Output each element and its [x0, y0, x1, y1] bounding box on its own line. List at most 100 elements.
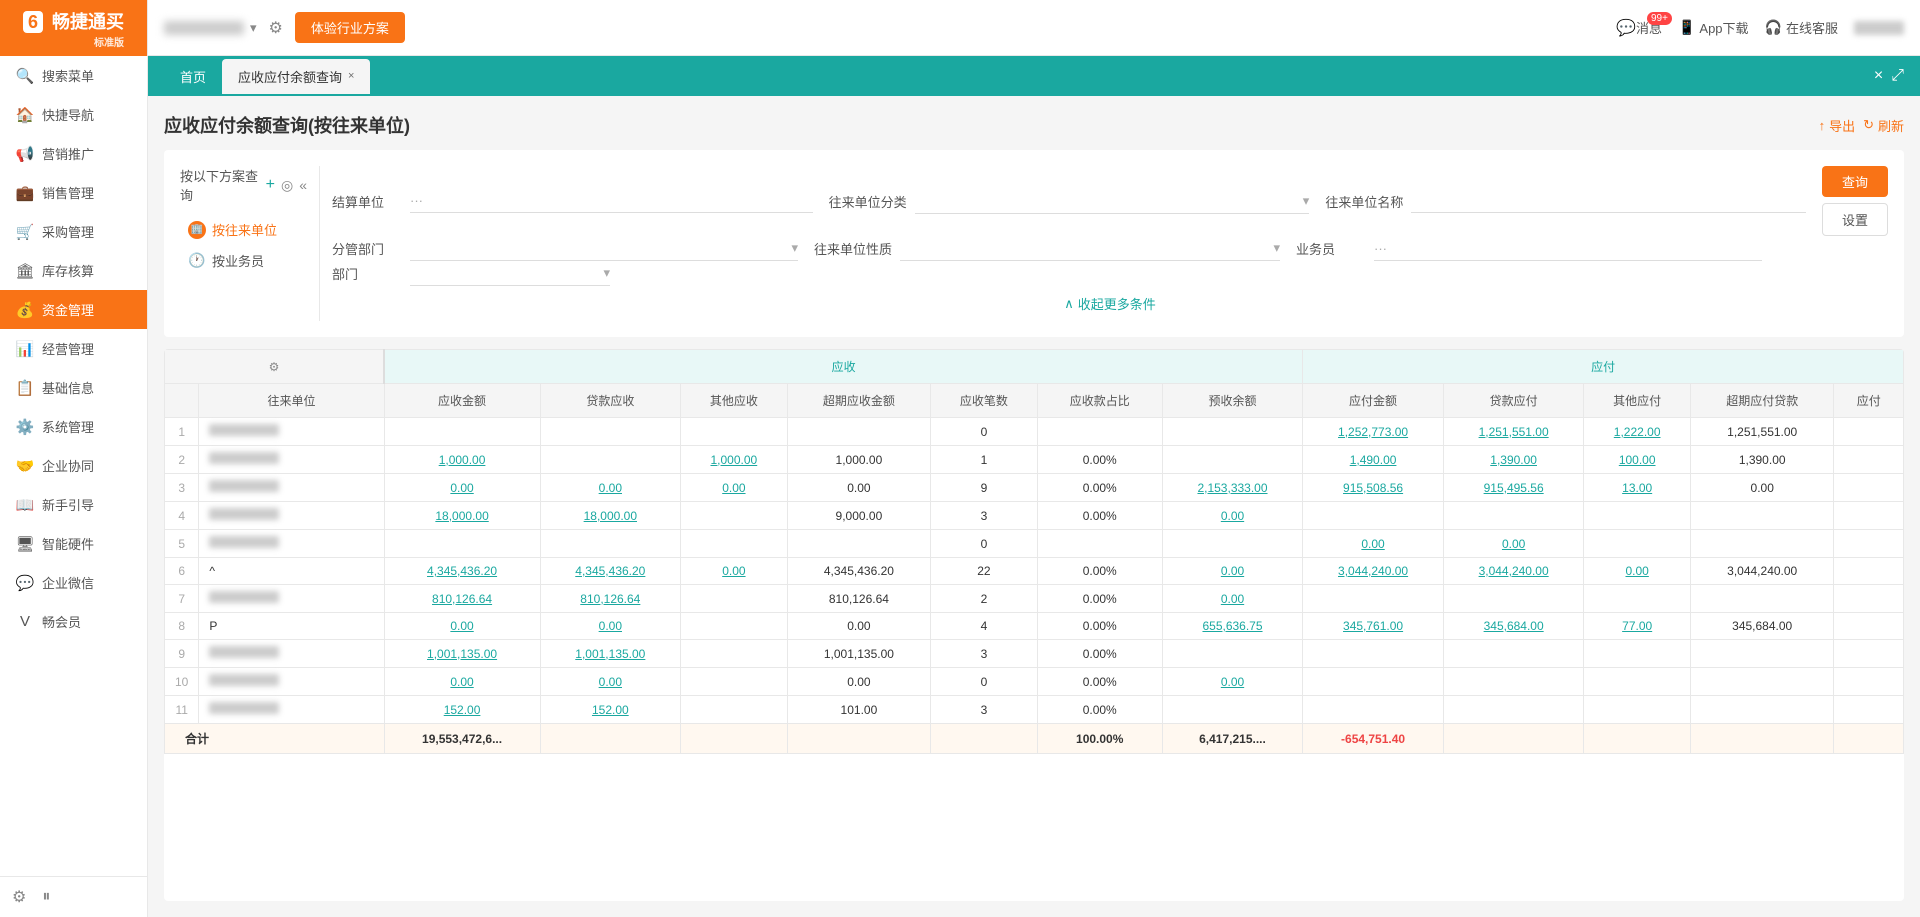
cell-ap-amount[interactable]: [1303, 585, 1444, 613]
cell-ar-other[interactable]: [681, 530, 788, 558]
company-selector[interactable]: ▾: [164, 20, 257, 36]
filter-nav-by-unit[interactable]: 🏢 按往来单位: [180, 214, 307, 245]
filter-collapse-btn[interactable]: ∧ 收起更多条件: [332, 286, 1888, 321]
cell-ar-loan[interactable]: 810,126.64: [540, 585, 681, 613]
cell-prepay[interactable]: 0.00: [1162, 668, 1303, 696]
cell-ap-other[interactable]: [1584, 585, 1691, 613]
sidebar-item-marketing[interactable]: 📢 营销推广: [0, 134, 147, 173]
cell-ar-loan[interactable]: 0.00: [540, 613, 681, 640]
cell-prepay[interactable]: [1162, 446, 1303, 474]
filter-settings-btn[interactable]: ◎: [281, 177, 293, 194]
category-select[interactable]: ▾: [915, 189, 1310, 214]
sidebar-item-search[interactable]: 🔍 搜索菜单: [0, 56, 147, 95]
cell-prepay[interactable]: 0.00: [1162, 585, 1303, 613]
tab-close-icon[interactable]: ×: [348, 70, 354, 82]
cell-ap-amount[interactable]: 915,508.56: [1303, 474, 1444, 502]
cell-ap-loan[interactable]: [1443, 585, 1584, 613]
cell-ap-other[interactable]: 0.00: [1584, 558, 1691, 585]
sidebar-item-system[interactable]: ⚙️ 系统管理: [0, 407, 147, 446]
cell-ap-loan[interactable]: 0.00: [1443, 530, 1584, 558]
cell-ap-loan[interactable]: 1,251,551.00: [1443, 418, 1584, 446]
sidebar-item-quick[interactable]: 🏠 快捷导航: [0, 95, 147, 134]
cell-ap-amount[interactable]: 3,044,240.00: [1303, 558, 1444, 585]
trial-button[interactable]: 体验行业方案: [295, 12, 405, 43]
cell-ar-loan[interactable]: 18,000.00: [540, 502, 681, 530]
cell-ar-other[interactable]: [681, 640, 788, 668]
cell-ar-other[interactable]: [681, 418, 788, 446]
sidebar-item-purchase[interactable]: 🛒 采购管理: [0, 212, 147, 251]
sidebar-item-operation[interactable]: 📊 经营管理: [0, 329, 147, 368]
cell-ap-loan[interactable]: [1443, 502, 1584, 530]
messages-btn[interactable]: 💬 消息 99+: [1616, 18, 1662, 38]
salesperson-input[interactable]: ···: [1374, 237, 1762, 261]
cell-ap-loan[interactable]: [1443, 696, 1584, 724]
cell-ap-amount[interactable]: [1303, 640, 1444, 668]
cell-ap-loan[interactable]: 3,044,240.00: [1443, 558, 1584, 585]
setting-button[interactable]: 设置: [1822, 203, 1888, 236]
export-button[interactable]: ↑ 导出: [1819, 116, 1856, 135]
sidebar-item-guide[interactable]: 📖 新手引导: [0, 485, 147, 524]
cell-ap-loan[interactable]: 345,684.00: [1443, 613, 1584, 640]
cell-ar-loan[interactable]: [540, 418, 681, 446]
cell-ap-amount[interactable]: 1,252,773.00: [1303, 418, 1444, 446]
cell-ap-amount[interactable]: 0.00: [1303, 530, 1444, 558]
cell-ar-other[interactable]: [681, 502, 788, 530]
cell-ar-other[interactable]: [681, 585, 788, 613]
cell-ap-loan[interactable]: 1,390.00: [1443, 446, 1584, 474]
cell-prepay[interactable]: [1162, 530, 1303, 558]
cell-prepay[interactable]: [1162, 418, 1303, 446]
cell-prepay[interactable]: 655,636.75: [1162, 613, 1303, 640]
sidebar-item-sales[interactable]: 💼 销售管理: [0, 173, 147, 212]
cell-ar-loan[interactable]: 4,345,436.20: [540, 558, 681, 585]
cell-ar-loan[interactable]: 1,001,135.00: [540, 640, 681, 668]
tab-balance[interactable]: 应收应付余额查询 ×: [222, 59, 370, 94]
cell-ar-amount[interactable]: [384, 530, 540, 558]
cell-ap-other[interactable]: 77.00: [1584, 613, 1691, 640]
user-avatar[interactable]: [1854, 21, 1904, 35]
refresh-button[interactable]: ↻ 刷新: [1863, 116, 1904, 135]
cell-ar-other[interactable]: 1,000.00: [681, 446, 788, 474]
sidebar-item-wechat[interactable]: 💬 企业微信: [0, 563, 147, 602]
cell-ar-loan[interactable]: [540, 530, 681, 558]
cell-ar-other[interactable]: [681, 696, 788, 724]
settlement-input[interactable]: ···: [410, 189, 813, 213]
cell-ap-amount[interactable]: [1303, 668, 1444, 696]
query-button[interactable]: 查询: [1822, 166, 1888, 197]
unit-name-input[interactable]: [1411, 189, 1806, 213]
sidebar-collapse-icon[interactable]: ⏸: [42, 888, 50, 906]
app-download-btn[interactable]: 📱 App下载: [1678, 18, 1749, 37]
cell-prepay[interactable]: [1162, 640, 1303, 668]
cell-ar-other[interactable]: [681, 668, 788, 696]
cell-ap-amount[interactable]: [1303, 696, 1444, 724]
cell-ap-amount[interactable]: 345,761.00: [1303, 613, 1444, 640]
section-select[interactable]: ▾: [410, 261, 610, 286]
cell-prepay[interactable]: 2,153,333.00: [1162, 474, 1303, 502]
cell-ap-amount[interactable]: 1,490.00: [1303, 446, 1444, 474]
cell-ar-other[interactable]: [681, 613, 788, 640]
cell-ap-other[interactable]: [1584, 696, 1691, 724]
cell-ar-amount[interactable]: 18,000.00: [384, 502, 540, 530]
cell-prepay[interactable]: [1162, 696, 1303, 724]
table-settings-icon[interactable]: ⚙: [269, 360, 280, 374]
cell-ar-amount[interactable]: 1,000.00: [384, 446, 540, 474]
sidebar-item-inventory[interactable]: 🏛 库存核算: [0, 251, 147, 290]
cell-ar-amount[interactable]: 0.00: [384, 474, 540, 502]
sidebar-settings-icon[interactable]: ⚙: [12, 887, 26, 907]
cell-ar-amount[interactable]: 152.00: [384, 696, 540, 724]
cell-prepay[interactable]: 0.00: [1162, 558, 1303, 585]
window-max-btn[interactable]: ⤢: [1891, 67, 1904, 85]
cell-ap-other[interactable]: [1584, 530, 1691, 558]
cell-ap-loan[interactable]: 915,495.56: [1443, 474, 1584, 502]
cell-ap-amount[interactable]: [1303, 502, 1444, 530]
cell-ap-other[interactable]: 13.00: [1584, 474, 1691, 502]
cell-ar-amount[interactable]: 0.00: [384, 668, 540, 696]
sidebar-item-corp[interactable]: 🤝 企业协同: [0, 446, 147, 485]
cell-ar-amount[interactable]: 4,345,436.20: [384, 558, 540, 585]
filter-add-btn[interactable]: +: [266, 176, 275, 194]
window-close-btn[interactable]: ×: [1874, 67, 1883, 85]
cell-ar-loan[interactable]: 152.00: [540, 696, 681, 724]
sidebar-item-hardware[interactable]: 🖥 智能硬件: [0, 524, 147, 563]
cell-ap-other[interactable]: 100.00: [1584, 446, 1691, 474]
cell-ap-other[interactable]: [1584, 640, 1691, 668]
sidebar-item-finance[interactable]: 💰 资金管理: [0, 290, 147, 329]
